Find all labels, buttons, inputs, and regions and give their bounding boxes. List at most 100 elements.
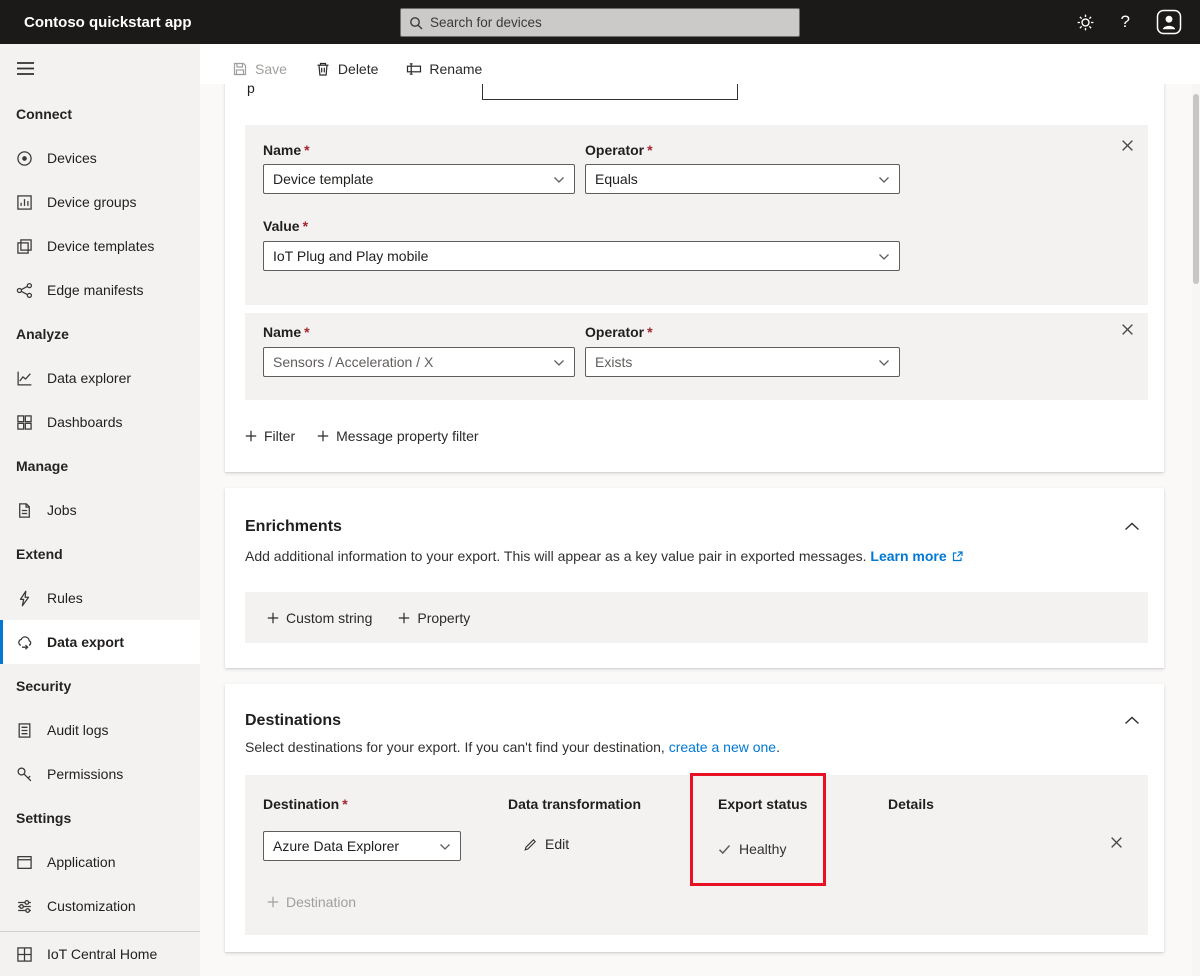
enrichments-card: Enrichments Add additional information t… — [225, 488, 1164, 668]
remove-filter-button[interactable] — [1119, 137, 1136, 154]
add-message-property-filter-button[interactable]: Message property filter — [317, 428, 478, 444]
user-avatar[interactable] — [1156, 9, 1182, 35]
chevron-down-icon — [878, 253, 890, 261]
sidebar-item-iot-central-home[interactable]: IoT Central Home — [0, 932, 200, 976]
name-label: Name* — [263, 324, 310, 340]
destinations-title: Destinations — [245, 712, 341, 730]
plus-icon — [245, 430, 257, 442]
value-dropdown[interactable]: IoT Plug and Play mobile — [263, 241, 900, 271]
sidebar-footer: IoT Central Home — [0, 931, 200, 976]
plus-icon — [267, 896, 279, 908]
status-text: Healthy — [739, 841, 786, 857]
sidebar-item-rules[interactable]: Rules — [0, 576, 200, 620]
add-destination-button[interactable]: Destination — [267, 894, 356, 910]
destination-dropdown[interactable]: Azure Data Explorer — [263, 831, 461, 861]
data-export-icon — [16, 634, 33, 651]
save-button[interactable]: Save — [232, 61, 287, 77]
filters-card: p Name* Device template Operator* Equals — [225, 84, 1164, 472]
chevron-up-icon — [1124, 716, 1140, 725]
sidebar-item-dashboards[interactable]: Dashboards — [0, 400, 200, 444]
collapse-enrichments-button[interactable] — [1122, 520, 1142, 533]
search-input[interactable] — [430, 15, 791, 30]
command-bar: Save Delete Rename — [200, 44, 1200, 84]
destinations-description-suffix: . — [776, 739, 780, 755]
plus-icon — [398, 612, 410, 624]
collapse-destinations-button[interactable] — [1122, 714, 1142, 727]
remove-destination-button[interactable] — [1108, 834, 1125, 851]
sidebar-item-data-explorer[interactable]: Data explorer — [0, 356, 200, 400]
destinations-description-text: Select destinations for your export. If … — [245, 739, 665, 755]
operator-dropdown[interactable]: Exists — [585, 347, 900, 377]
sidebar-item-label: Customization — [47, 898, 136, 914]
sidebar-item-label: Dashboards — [47, 414, 123, 430]
rename-button[interactable]: Rename — [406, 61, 482, 77]
create-destination-link[interactable]: create a new one — [669, 739, 776, 755]
sidebar-item-label: Data export — [47, 634, 124, 650]
chevron-down-icon — [553, 359, 565, 367]
required-marker: * — [342, 796, 347, 812]
name-label-text: Name — [263, 142, 301, 158]
edit-button-label: Edit — [545, 836, 569, 852]
sidebar-item-customization[interactable]: Customization — [0, 884, 200, 928]
vertical-scrollbar[interactable] — [1192, 84, 1200, 976]
sidebar-item-devices[interactable]: Devices — [0, 136, 200, 180]
enrichments-description: Add additional information to your expor… — [245, 548, 964, 564]
name-dropdown-value: Device template — [273, 171, 373, 187]
sidebar-item-device-templates[interactable]: Device templates — [0, 224, 200, 268]
name-label-text: Name — [263, 324, 301, 340]
sidebar-item-label: Jobs — [47, 502, 77, 518]
sidebar-item-label: Permissions — [47, 766, 123, 782]
jobs-icon — [16, 502, 33, 519]
operator-dropdown-value: Exists — [595, 354, 632, 370]
operator-dropdown-value: Equals — [595, 171, 638, 187]
search-icon — [409, 16, 423, 30]
close-icon — [1121, 139, 1134, 152]
name-dropdown[interactable]: Device template — [263, 164, 575, 194]
sidebar-item-device-groups[interactable]: Device groups — [0, 180, 200, 224]
learn-more-link[interactable]: Learn more — [870, 548, 946, 564]
save-button-label: Save — [255, 61, 287, 77]
device-search-box[interactable] — [400, 8, 800, 37]
edit-transformation-button[interactable]: Edit — [523, 836, 569, 852]
scrollbar-thumb[interactable] — [1193, 94, 1199, 284]
remove-filter-button[interactable] — [1119, 321, 1136, 338]
hamburger-menu-button[interactable] — [0, 44, 200, 92]
delete-button[interactable]: Delete — [315, 61, 378, 77]
add-custom-string-button[interactable]: Custom string — [267, 610, 372, 626]
sidebar-item-jobs[interactable]: Jobs — [0, 488, 200, 532]
chevron-down-icon — [878, 359, 890, 367]
operator-dropdown[interactable]: Equals — [585, 164, 900, 194]
filter-row-1: Name* Device template Operator* Equals V… — [245, 125, 1148, 305]
export-status-column-label: Export status — [718, 796, 807, 812]
destination-row: Destination* Data transformation Export … — [245, 775, 1148, 935]
plus-icon — [267, 612, 279, 624]
sidebar-item-audit-logs[interactable]: Audit logs — [0, 708, 200, 752]
hamburger-icon — [16, 61, 35, 76]
name-dropdown[interactable]: Sensors / Acceleration / X — [263, 347, 575, 377]
cropped-text-fragment: p — [247, 84, 255, 96]
name-dropdown-value: Sensors / Acceleration / X — [273, 354, 433, 370]
filter-actions: Filter Message property filter — [245, 428, 479, 444]
enrichments-description-text: Add additional information to your expor… — [245, 548, 867, 564]
sidebar-item-permissions[interactable]: Permissions — [0, 752, 200, 796]
sidebar-item-application[interactable]: Application — [0, 840, 200, 884]
sidebar-item-edge-manifests[interactable]: Edge manifests — [0, 268, 200, 312]
device-groups-icon — [16, 194, 33, 211]
help-icon[interactable]: ? — [1121, 12, 1130, 32]
value-dropdown-value: IoT Plug and Play mobile — [273, 248, 428, 264]
sidebar-item-label: Devices — [47, 150, 97, 166]
iot-central-home-icon — [16, 946, 33, 963]
details-column-label: Details — [888, 796, 934, 812]
add-property-label: Property — [417, 610, 470, 626]
sidebar-item-label: Device templates — [47, 238, 154, 254]
settings-gear-icon[interactable] — [1076, 13, 1095, 32]
sidebar-item-label: Device groups — [47, 194, 137, 210]
add-filter-button[interactable]: Filter — [245, 428, 295, 444]
add-message-property-filter-label: Message property filter — [336, 428, 478, 444]
device-templates-icon — [16, 238, 33, 255]
add-property-button[interactable]: Property — [398, 610, 470, 626]
sidebar-item-data-export[interactable]: Data export — [0, 620, 200, 664]
main-content: p Name* Device template Operator* Equals — [200, 84, 1200, 976]
required-marker: * — [647, 142, 652, 158]
cropped-dropdown[interactable] — [482, 84, 738, 100]
